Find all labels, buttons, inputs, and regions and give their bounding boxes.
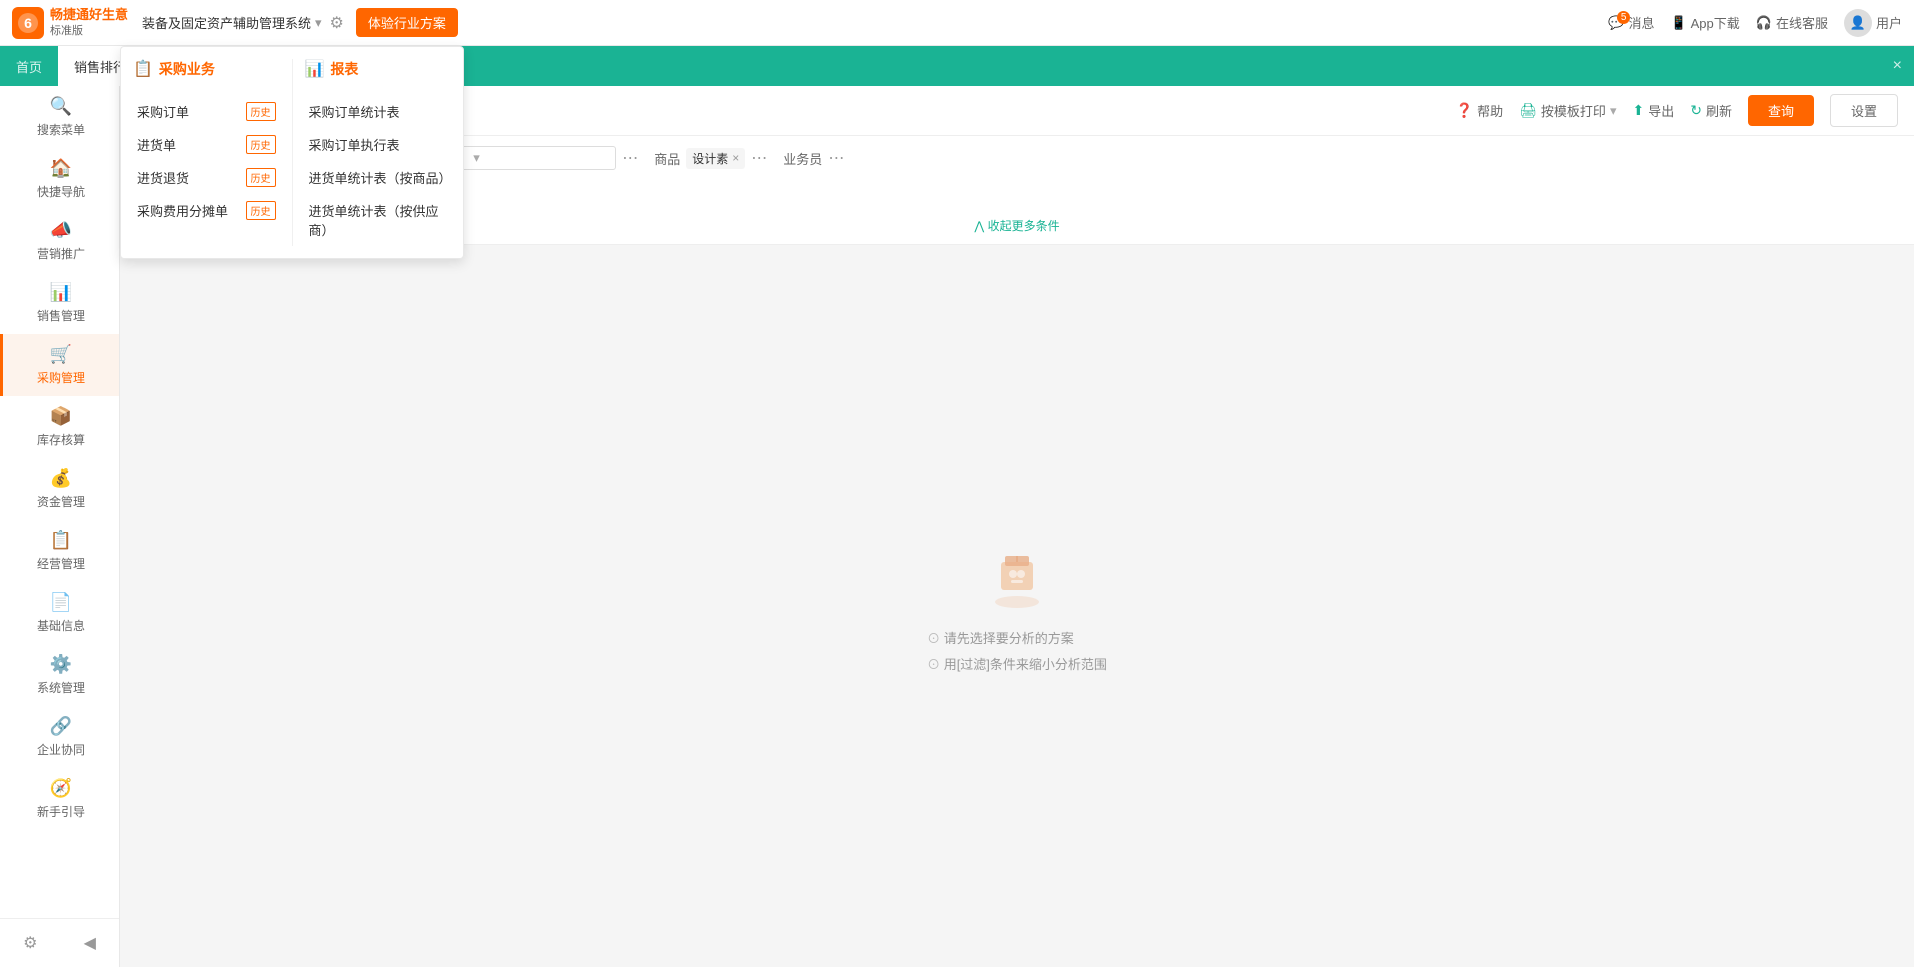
sidebar-item-finance[interactable]: 💰 资金管理 xyxy=(0,458,119,520)
dropdown-title-report: 📊 报表 xyxy=(305,59,452,85)
user-action[interactable]: 👤 用户 xyxy=(1844,9,1902,37)
history-badge-3[interactable]: 历史 xyxy=(246,168,276,187)
sidebar-item-guide[interactable]: 🧭 新手引导 xyxy=(0,768,119,830)
dropdown-col-purchase: 📋 采购业务 采购订单 历史 进货单 历史 进货退货 历史 采购费用分摊单 历史 xyxy=(121,59,292,246)
sidebar-item-system-label: 系统管理 xyxy=(37,679,85,696)
header-right: 💬 5 消息 📱 App下载 🎧 在线客服 👤 用户 xyxy=(1608,9,1902,37)
system-dropdown-icon[interactable]: ▾ xyxy=(315,15,322,31)
logo-text: 畅捷通好生意 标准版 xyxy=(50,7,128,38)
sidebar-item-operations-label: 经营管理 xyxy=(37,555,85,572)
dropdown-item-purchase-order[interactable]: 采购订单 历史 xyxy=(133,95,280,128)
sidebar-item-purchase[interactable]: 🛒 采购管理 xyxy=(0,334,119,396)
marketing-icon: 📣 xyxy=(50,220,72,241)
header-settings-icon[interactable]: ⚙ xyxy=(330,13,344,33)
report-title-icon: 📊 xyxy=(305,59,325,79)
order-stats-label: 采购订单统计表 xyxy=(309,102,400,121)
inventory-icon: 📦 xyxy=(50,406,72,427)
dropdown-menu: 📋 采购业务 采购订单 历史 进货单 历史 进货退货 历史 采购费用分摊单 历史 xyxy=(120,46,464,259)
sidebar-item-finance-label: 资金管理 xyxy=(37,493,85,510)
search-icon: 🔍 xyxy=(50,96,72,117)
svg-text:6: 6 xyxy=(24,15,32,31)
sidebar-collapse-btn[interactable]: ◀ xyxy=(76,929,104,957)
message-icon-wrap: 💬 5 xyxy=(1608,15,1624,31)
history-badge-2[interactable]: 历史 xyxy=(246,135,276,154)
tab-home-label: 首页 xyxy=(16,57,42,76)
logo-icon: 6 xyxy=(12,7,44,39)
dropdown-item-order-exec[interactable]: 采购订单执行表 xyxy=(305,128,452,161)
history-badge-1[interactable]: 历史 xyxy=(246,102,276,121)
purchase-order-label: 采购订单 xyxy=(137,102,189,121)
purchase-icon: 🛒 xyxy=(50,344,72,365)
goods-return-label: 进货退货 xyxy=(137,168,189,187)
online-service-label: 在线客服 xyxy=(1776,13,1828,32)
sidebar-item-enterprise[interactable]: 🔗 企业协同 xyxy=(0,706,119,768)
sidebar-item-guide-label: 新手引导 xyxy=(37,803,85,820)
sidebar-item-basic-info-label: 基础信息 xyxy=(37,617,85,634)
sidebar-item-sales[interactable]: 📊 销售管理 xyxy=(0,272,119,334)
sidebar-item-operations[interactable]: 📋 经营管理 xyxy=(0,520,119,582)
industry-button[interactable]: 体验行业方案 xyxy=(356,8,458,37)
enterprise-icon: 🔗 xyxy=(50,716,72,737)
sidebar-item-marketing-label: 营销推广 xyxy=(37,245,85,262)
online-service-action[interactable]: 🎧 在线客服 xyxy=(1756,13,1828,32)
user-label: 用户 xyxy=(1876,13,1902,32)
goods-stats-supplier-label: 进货单统计表（按供应商） xyxy=(309,201,448,239)
system-name: 装备及固定资产辅助管理系统 xyxy=(142,13,311,32)
dropdown-col-report: 📊 报表 采购订单统计表 采购订单执行表 进货单统计表（按商品） 进货单统计表（… xyxy=(292,59,464,246)
sidebar-item-basic-info[interactable]: 📄 基础信息 xyxy=(0,582,119,644)
sidebar-item-search[interactable]: 🔍 搜索菜单 xyxy=(0,86,119,148)
dropdown-item-goods-stats-by-goods[interactable]: 进货单统计表（按商品） xyxy=(305,161,452,194)
operations-icon: 📋 xyxy=(50,530,72,551)
tab-home[interactable]: 首页 xyxy=(0,46,58,86)
sidebar-item-enterprise-label: 企业协同 xyxy=(37,741,85,758)
sidebar-item-nav-label: 快捷导航 xyxy=(37,183,85,200)
top-header: 6 畅捷通好生意 标准版 装备及固定资产辅助管理系统 ▾ ⚙ 体验行业方案 💬 … xyxy=(0,0,1914,46)
sales-icon: 📊 xyxy=(50,282,72,303)
message-action[interactable]: 💬 5 消息 xyxy=(1608,13,1654,32)
sidebar-item-sales-label: 销售管理 xyxy=(37,307,85,324)
dropdown-title-purchase-label: 采购业务 xyxy=(159,59,215,79)
sidebar-item-nav[interactable]: 🏠 快捷导航 xyxy=(0,148,119,210)
app-download-action[interactable]: 📱 App下载 xyxy=(1670,13,1739,32)
home-icon: 🏠 xyxy=(50,158,72,179)
logo-area: 6 畅捷通好生意 标准版 xyxy=(12,7,132,39)
sidebar-item-inventory[interactable]: 📦 库存核算 xyxy=(0,396,119,458)
main-layout: 🔍 搜索菜单 🏠 快捷导航 📣 营销推广 📊 销售管理 🛒 采购管理 📦 库存核… xyxy=(0,86,1914,967)
purchase-title-icon: 📋 xyxy=(133,59,153,79)
sidebar-item-marketing[interactable]: 📣 营销推广 xyxy=(0,210,119,272)
dropdown-item-goods-stats-by-supplier[interactable]: 进货单统计表（按供应商） xyxy=(305,194,452,246)
history-badge-4[interactable]: 历史 xyxy=(246,201,276,220)
sidebar-item-search-label: 搜索菜单 xyxy=(37,121,85,138)
avatar: 👤 xyxy=(1844,9,1872,37)
tab-bar-close-icon[interactable]: × xyxy=(1881,57,1914,75)
sidebar-settings-btn[interactable]: ⚙ xyxy=(15,929,45,957)
dropdown-item-goods-receipt[interactable]: 进货单 历史 xyxy=(133,128,280,161)
dropdown-item-order-stats[interactable]: 采购订单统计表 xyxy=(305,95,452,128)
message-badge: 5 xyxy=(1617,11,1631,24)
dropdown-title-purchase: 📋 采购业务 xyxy=(133,59,280,85)
guide-icon: 🧭 xyxy=(50,778,72,799)
dropdown-title-report-label: 报表 xyxy=(330,59,358,79)
goods-receipt-label: 进货单 xyxy=(137,135,176,154)
sidebar-bottom: ⚙ ◀ xyxy=(0,918,119,967)
dropdown-item-goods-return[interactable]: 进货退货 历史 xyxy=(133,161,280,194)
sidebar: 🔍 搜索菜单 🏠 快捷导航 📣 营销推广 📊 销售管理 🛒 采购管理 📦 库存核… xyxy=(0,86,120,967)
sidebar-item-purchase-label: 采购管理 xyxy=(37,369,85,386)
headset-icon: 🎧 xyxy=(1756,15,1772,31)
phone-icon: 📱 xyxy=(1670,15,1686,31)
user-icon: 👤 xyxy=(1850,15,1866,31)
order-exec-label: 采购订单执行表 xyxy=(309,135,400,154)
goods-stats-goods-label: 进货单统计表（按商品） xyxy=(309,168,448,187)
finance-icon: 💰 xyxy=(50,468,72,489)
message-label: 消息 xyxy=(1628,13,1654,32)
system-icon: ⚙️ xyxy=(50,654,72,675)
expense-alloc-label: 采购费用分摊单 xyxy=(137,201,228,220)
basic-info-icon: 📄 xyxy=(50,592,72,613)
sidebar-item-inventory-label: 库存核算 xyxy=(37,431,85,448)
dropdown-item-expense-alloc[interactable]: 采购费用分摊单 历史 xyxy=(133,194,280,227)
sidebar-item-system[interactable]: ⚙️ 系统管理 xyxy=(0,644,119,706)
app-download-label: App下载 xyxy=(1691,13,1740,32)
